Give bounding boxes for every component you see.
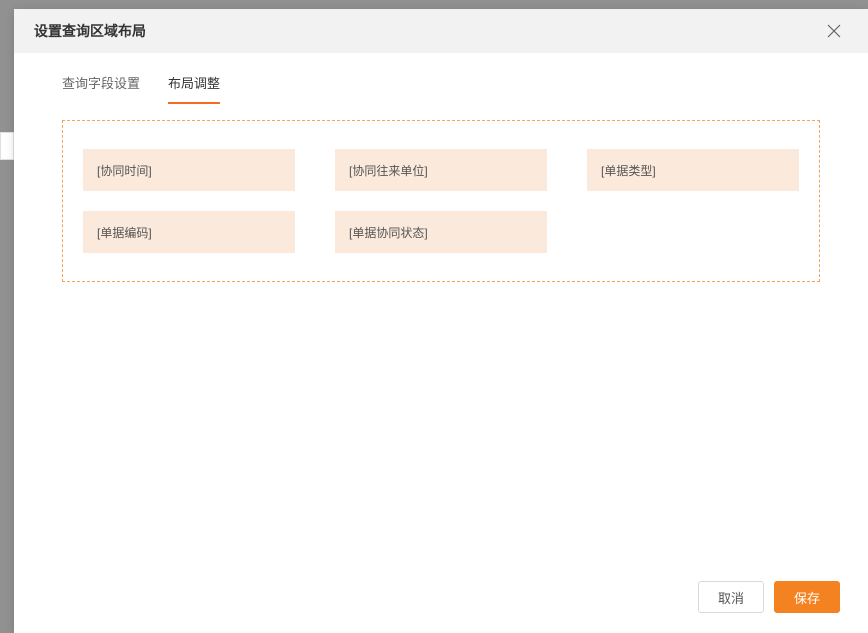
close-icon [827,24,841,38]
save-button[interactable]: 保存 [774,581,840,613]
tabs: 查询字段设置 布局调整 [62,63,820,104]
tab-query-fields[interactable]: 查询字段设置 [62,63,140,104]
field-block[interactable]: [单据编码] [83,211,295,253]
field-block[interactable]: [协同时间] [83,149,295,191]
modal-footer: 取消 保存 [14,569,868,633]
field-block[interactable]: [单据协同状态] [335,211,547,253]
modal-title: 设置查询区域布局 [34,21,146,41]
cancel-button[interactable]: 取消 [698,581,764,613]
field-block[interactable]: [单据类型] [587,149,799,191]
tab-layout-adjust[interactable]: 布局调整 [168,63,220,104]
layout-drop-area[interactable]: [协同时间] [协同往来单位] [单据类型] [单据编码] [单据协同状态] [62,120,820,282]
modal-header: 设置查询区域布局 [14,9,868,53]
field-block[interactable]: [协同往来单位] [335,149,547,191]
background-page-stub [0,132,14,160]
close-button[interactable] [820,17,848,45]
modal-body: 查询字段设置 布局调整 [协同时间] [协同往来单位] [单据类型] [单据编码… [14,53,868,569]
modal-dialog: 设置查询区域布局 查询字段设置 布局调整 [协同时间] [协同往来单位] [单据… [14,9,868,633]
